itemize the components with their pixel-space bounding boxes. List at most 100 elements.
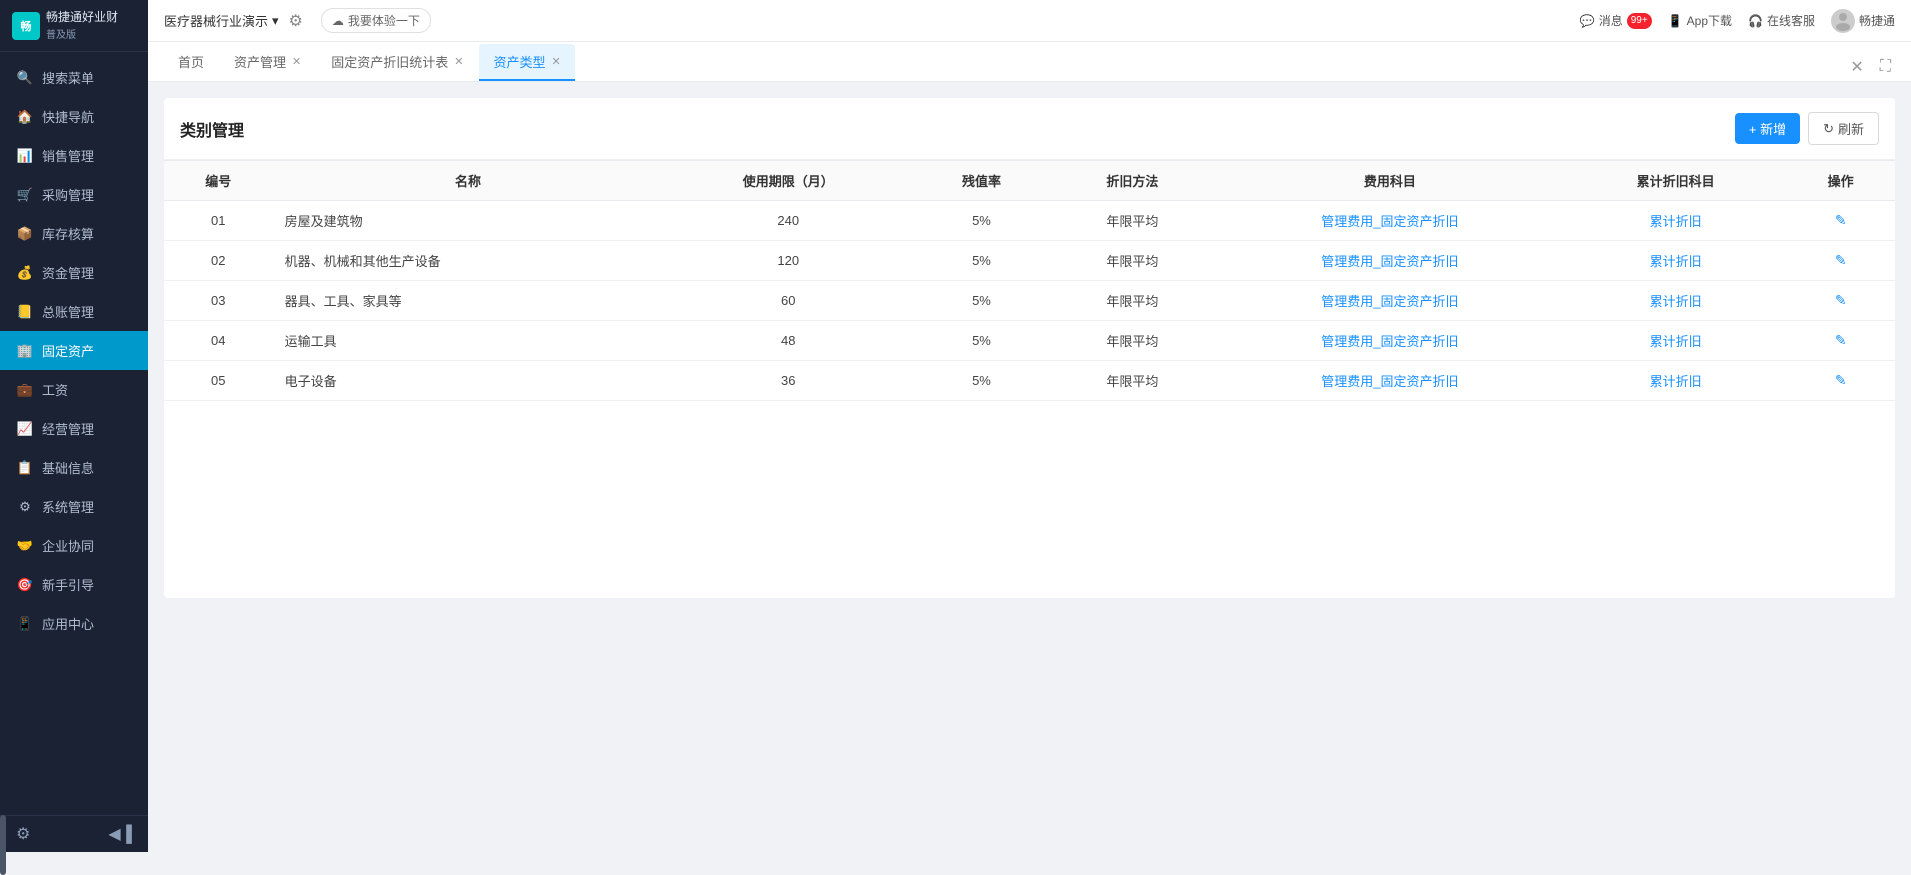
row-fee-subject: 管理费用_固定资产折旧 xyxy=(1215,241,1565,281)
tab-home[interactable]: 首页 xyxy=(164,44,218,81)
row-method: 年限平均 xyxy=(1050,281,1215,321)
page-content: 类别管理 + 新增 ↻ 刷新 编号名称使用期限（月）残值率折旧方法费用科目累计折… xyxy=(148,82,1911,852)
table-header-row: 编号名称使用期限（月）残值率折旧方法费用科目累计折旧科目操作 xyxy=(164,161,1895,201)
close-tab-icon[interactable]: ✕ xyxy=(1846,53,1867,81)
company-selector[interactable]: 医疗器械行业演示 ▾ xyxy=(164,11,279,30)
sidebar-item-guide[interactable]: 🎯 新手引导 xyxy=(0,565,148,604)
sidebar-item-collab[interactable]: 🤝 企业协同 xyxy=(0,526,148,565)
new-button[interactable]: + 新增 xyxy=(1735,113,1800,144)
topbar-right: 💬 消息 99 📱 App下载 🎧 在线客服 畅捷通 xyxy=(1580,9,1895,33)
sidebar-nav: 🔍 搜索菜单 🏠 快捷导航 📊 销售管理 🛒 采购管理 📦 库存核算 💰 资金管… xyxy=(0,52,148,815)
topbar: 医疗器械行业演示 ▾ ⚙ ☁ 我要体验一下 💬 消息 99 📱 App下载 🎧 … xyxy=(148,0,1911,42)
row-actions: ✎ xyxy=(1786,201,1895,241)
sidebar-item-system[interactable]: ⚙ 系统管理 xyxy=(0,487,148,526)
nav-label-app-center: 应用中心 xyxy=(42,614,94,633)
settings-icon[interactable]: ⚙ xyxy=(16,824,30,844)
message-badge: 99 xyxy=(1627,13,1652,29)
row-acc-subject: 累计折旧 xyxy=(1565,201,1786,241)
row-name: 器具、工具、家具等 xyxy=(273,281,664,321)
sidebar-item-inventory[interactable]: 📦 库存核算 xyxy=(0,214,148,253)
nav-icon-collab: 🤝 xyxy=(16,537,34,555)
edit-icon[interactable]: ✎ xyxy=(1835,372,1847,388)
tab-depreciation-stat[interactable]: 固定资产折旧统计表✕ xyxy=(317,44,477,81)
row-fee-subject: 管理费用_固定资产折旧 xyxy=(1215,321,1565,361)
th-名称: 名称 xyxy=(273,161,664,201)
experience-icon: ☁ xyxy=(332,14,344,28)
collapse-icon[interactable]: ◀▐ xyxy=(108,824,132,844)
nav-label-purchase: 采购管理 xyxy=(42,185,94,204)
row-code: 01 xyxy=(164,201,273,241)
nav-label-sales: 销售管理 xyxy=(42,146,94,165)
tab-actions: ✕ ⛶ xyxy=(1846,53,1895,81)
row-acc-subject: 累计折旧 xyxy=(1565,321,1786,361)
tab-close-depreciation-stat[interactable]: ✕ xyxy=(454,55,463,68)
sidebar-item-capital[interactable]: 💰 资金管理 xyxy=(0,253,148,292)
sidebar-item-fixed-assets[interactable]: 🏢 固定资产 xyxy=(0,331,148,370)
row-period: 60 xyxy=(663,281,913,321)
experience-button[interactable]: ☁ 我要体验一下 xyxy=(321,8,431,33)
customer-service-button[interactable]: 🎧 在线客服 xyxy=(1748,12,1815,29)
nav-icon-ledger: 📒 xyxy=(16,303,34,321)
row-name: 运输工具 xyxy=(273,321,664,361)
message-button[interactable]: 💬 消息 99 xyxy=(1580,12,1652,29)
row-method: 年限平均 xyxy=(1050,241,1215,281)
user-menu[interactable]: 畅捷通 xyxy=(1831,9,1895,33)
app-download-button[interactable]: 📱 App下载 xyxy=(1668,12,1732,29)
nav-label-inventory: 库存核算 xyxy=(42,224,94,243)
nav-icon-basic-info: 📋 xyxy=(16,459,34,477)
tab-label-asset-type: 资产类型 xyxy=(493,52,545,71)
sidebar-item-basic-info[interactable]: 📋 基础信息 xyxy=(0,448,148,487)
sidebar-item-sales[interactable]: 📊 销售管理 xyxy=(0,136,148,175)
th-费用科目: 费用科目 xyxy=(1215,161,1565,201)
sidebar-item-quick-nav[interactable]: 🏠 快捷导航 xyxy=(0,97,148,136)
panel-header: 类别管理 + 新增 ↻ 刷新 xyxy=(164,98,1895,160)
topbar-left: 医疗器械行业演示 ▾ ⚙ ☁ 我要体验一下 xyxy=(164,8,431,33)
sidebar-bottom: ⚙ ◀▐ xyxy=(0,815,148,852)
nav-label-capital: 资金管理 xyxy=(42,263,94,282)
maximize-tab-icon[interactable]: ⛶ xyxy=(1876,54,1895,80)
edit-icon[interactable]: ✎ xyxy=(1835,292,1847,308)
tab-asset-mgmt[interactable]: 资产管理✕ xyxy=(220,44,315,81)
sidebar-item-salary[interactable]: 💼 工资 xyxy=(0,370,148,409)
row-method: 年限平均 xyxy=(1050,321,1215,361)
tab-close-asset-mgmt[interactable]: ✕ xyxy=(292,55,301,68)
logo-text: 畅捷通好业财 xyxy=(46,10,118,26)
row-actions: ✎ xyxy=(1786,361,1895,401)
sidebar-item-app-center[interactable]: 📱 应用中心 xyxy=(0,604,148,643)
sidebar-item-ledger[interactable]: 📒 总账管理 xyxy=(0,292,148,331)
sidebar-item-search[interactable]: 🔍 搜索菜单 xyxy=(0,58,148,97)
nav-label-ledger: 总账管理 xyxy=(42,302,94,321)
sidebar-item-ops[interactable]: 📈 经营管理 xyxy=(0,409,148,448)
sidebar-scrollbar-thumb[interactable] xyxy=(0,815,6,875)
customer-service-label: 在线客服 xyxy=(1767,12,1815,29)
refresh-icon: ↻ xyxy=(1823,121,1834,137)
row-name: 机器、机械和其他生产设备 xyxy=(273,241,664,281)
table-row: 03 器具、工具、家具等 60 5% 年限平均 管理费用_固定资产折旧 累计折旧… xyxy=(164,281,1895,321)
edit-icon[interactable]: ✎ xyxy=(1835,212,1847,228)
row-code: 02 xyxy=(164,241,273,281)
row-residual: 5% xyxy=(913,321,1050,361)
nav-label-collab: 企业协同 xyxy=(42,536,94,555)
nav-icon-ops: 📈 xyxy=(16,420,34,438)
table-row: 05 电子设备 36 5% 年限平均 管理费用_固定资产折旧 累计折旧 ✎ xyxy=(164,361,1895,401)
row-period: 240 xyxy=(663,201,913,241)
table-row: 02 机器、机械和其他生产设备 120 5% 年限平均 管理费用_固定资产折旧 … xyxy=(164,241,1895,281)
row-residual: 5% xyxy=(913,361,1050,401)
row-residual: 5% xyxy=(913,281,1050,321)
sidebar-item-purchase[interactable]: 🛒 采购管理 xyxy=(0,175,148,214)
edit-icon[interactable]: ✎ xyxy=(1835,332,1847,348)
row-fee-subject: 管理费用_固定资产折旧 xyxy=(1215,361,1565,401)
tab-asset-type[interactable]: 资产类型 ✕ xyxy=(479,44,574,81)
row-period: 36 xyxy=(663,361,913,401)
edit-icon[interactable]: ✎ xyxy=(1835,252,1847,268)
row-actions: ✎ xyxy=(1786,241,1895,281)
logo-icon: 畅 xyxy=(12,12,40,40)
nav-label-guide: 新手引导 xyxy=(42,575,94,594)
th-使用期限（月）: 使用期限（月） xyxy=(663,161,913,201)
sidebar: 畅 畅捷通好业财 普及版 🔍 搜索菜单 🏠 快捷导航 📊 销售管理 🛒 采购管理… xyxy=(0,0,148,852)
topbar-settings-icon[interactable]: ⚙ xyxy=(289,11,303,31)
nav-icon-inventory: 📦 xyxy=(16,225,34,243)
th-操作: 操作 xyxy=(1786,161,1895,201)
tab-close-asset-type[interactable]: ✕ xyxy=(552,55,561,68)
refresh-button[interactable]: ↻ 刷新 xyxy=(1808,112,1879,145)
